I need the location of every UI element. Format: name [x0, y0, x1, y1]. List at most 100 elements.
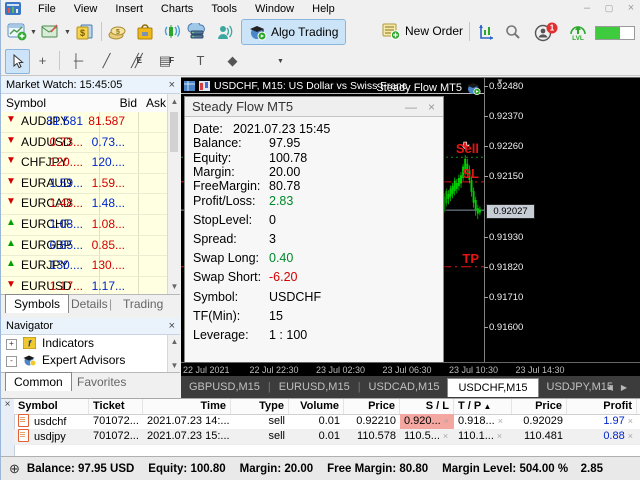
- trade-table-header: Symbol Ticket Time Type Volume Price S / LT / …: [14, 399, 640, 415]
- close-button[interactable]: ×: [625, 2, 637, 14]
- text-tool-button[interactable]: T: [189, 49, 212, 72]
- signals-button[interactable]: [159, 20, 182, 43]
- minimize-button[interactable]: –: [581, 2, 593, 14]
- trade-col-tp[interactable]: T / P ▲: [454, 399, 512, 414]
- remove-sl-icon[interactable]: ×: [444, 416, 449, 426]
- navigator-item-expert-advisors[interactable]: - Expert Advisors: [1, 352, 180, 369]
- fibonacci-tool-button[interactable]: ▤ F: [155, 49, 178, 72]
- ea-icon[interactable]: [466, 81, 481, 95]
- tab-common[interactable]: Common: [5, 372, 72, 391]
- navigator-close-icon[interactable]: ×: [169, 320, 175, 332]
- time-axis[interactable]: 22 Jul 2021 22 Jul 22:30 23 Jul 02:30 23 Ju…: [181, 362, 640, 377]
- profiles-dropdown[interactable]: ▼: [64, 29, 71, 36]
- menu-view[interactable]: View: [65, 2, 107, 16]
- search-button[interactable]: [501, 20, 524, 43]
- market-watch-close-icon[interactable]: ×: [169, 79, 175, 91]
- remove-tp-icon[interactable]: ×: [498, 416, 503, 426]
- tab-scroll-arrows[interactable]: ◀▶: [607, 383, 635, 392]
- menu-insert[interactable]: Insert: [106, 2, 152, 16]
- menu-tools[interactable]: Tools: [202, 2, 246, 16]
- menu-window[interactable]: Window: [246, 2, 303, 16]
- expand-icon[interactable]: ⊕: [9, 461, 20, 477]
- chart-window[interactable]: USDCHF, M15: US Dollar vs Swiss Franc ▼ …: [181, 77, 640, 364]
- chart-tab-eurusd-m15[interactable]: EURUSD,M15: [271, 378, 358, 396]
- notifications-button[interactable]: 1: [531, 20, 561, 43]
- cursor-tool-button[interactable]: [5, 49, 30, 74]
- trade-col-volume[interactable]: Volume: [289, 399, 344, 414]
- tab-symbols[interactable]: Symbols: [5, 294, 70, 313]
- trade-col-price[interactable]: Price: [512, 399, 567, 414]
- col-bid[interactable]: Bid: [99, 96, 137, 110]
- community-button[interactable]: [212, 20, 235, 43]
- level-button[interactable]: LVL: [566, 20, 589, 43]
- algo-trading-button[interactable]: Algo Trading: [241, 19, 347, 45]
- steady-flow-panel[interactable]: Steady Flow MT5 — × Date: 2021.07.23 15:4…: [184, 96, 444, 364]
- col-symbol[interactable]: Symbol: [6, 96, 46, 110]
- equidistant-channel-tool-button[interactable]: ╱╱ E: [125, 49, 148, 72]
- market-watch-caption: Market Watch: 15:45:05 ×: [1, 77, 180, 94]
- market-watch-row-audjpy[interactable]: ▼ AUDJPY 81.581 81.587: [1, 112, 167, 133]
- market-watch-row-eurgbp[interactable]: ▲ EURGBP 0.85... 0.85...: [1, 235, 167, 257]
- market-watch-row-euraud[interactable]: ▼ EURAUD 1.59... 1.59...: [1, 173, 167, 195]
- chart-tab-usdcad-m15[interactable]: USDCAD,M15: [361, 378, 448, 396]
- horizontal-line-tool-button[interactable]: ─: [67, 49, 90, 72]
- trendline-tool-button[interactable]: ╱: [95, 49, 118, 72]
- arrows-tool-button[interactable]: ◆: [221, 49, 244, 72]
- new-chart-button[interactable]: [5, 20, 28, 43]
- down-arrow-icon: ▼: [6, 278, 16, 290]
- panel-minimize-icon[interactable]: —: [405, 100, 417, 114]
- tab-details[interactable]: Details: [63, 295, 116, 313]
- trade-col-sl[interactable]: S / L: [400, 399, 454, 414]
- toolbox-close-icon[interactable]: ×: [1, 399, 14, 410]
- steady-flow-panel-titlebar[interactable]: Steady Flow MT5 — ×: [185, 97, 443, 117]
- col-ask[interactable]: Ask: [138, 96, 166, 110]
- navigator-item-indicators[interactable]: + f Indicators: [1, 335, 180, 352]
- market-watch-row-eurjpy[interactable]: ▲ EURJPY 130.... 130....: [1, 256, 167, 277]
- trade-col-price[interactable]: Price: [344, 399, 400, 414]
- market-watch-row-chfjpy[interactable]: ▼ CHFJPY 120.... 120....: [1, 153, 167, 174]
- market-watch-row-audusd[interactable]: ▼ AUDUSD 0.73... 0.73...: [1, 132, 167, 154]
- trade-col-ticket[interactable]: Ticket: [89, 399, 143, 414]
- trade-col-time[interactable]: Time: [143, 399, 231, 414]
- menu-help[interactable]: Help: [303, 2, 344, 16]
- panel-row-value: USDCHF: [269, 289, 322, 304]
- market-watch-row-eurchf[interactable]: ▲ EURCHF 1.08... 1.08...: [1, 214, 167, 236]
- chart-tab-gbpusd-m15[interactable]: GBPUSD,M15: [181, 378, 268, 396]
- market-watch-scrollbar[interactable]: ▲ ▼: [167, 94, 181, 294]
- menu-charts[interactable]: Charts: [152, 2, 202, 16]
- trade-col-type[interactable]: Type: [231, 399, 289, 414]
- market-watch-row-eurcad[interactable]: ▼ EURCAD 1.48... 1.48...: [1, 194, 167, 215]
- panel-close-icon[interactable]: ×: [428, 100, 435, 114]
- tree-expander-icon[interactable]: +: [6, 339, 17, 350]
- trade-row-usdchf[interactable]: usdchf 701072... 2021.07.23 14:... sell 0.01…: [14, 414, 640, 430]
- profiles-button[interactable]: [39, 20, 62, 43]
- remove-tp-icon[interactable]: ×: [497, 431, 502, 441]
- trade-col-symbol[interactable]: Symbol: [14, 399, 89, 414]
- history-center-button[interactable]: 5: [106, 20, 129, 43]
- arrows-dropdown[interactable]: ▼: [277, 58, 284, 65]
- restore-button[interactable]: ▢: [603, 3, 615, 14]
- position-doc-icon: [18, 429, 29, 442]
- remove-sl-icon[interactable]: ×: [443, 431, 448, 441]
- tab-trading[interactable]: Trading: [115, 295, 171, 313]
- panel-row-value: 2021.07.23 15:45: [233, 122, 331, 136]
- navigator-scrollbar[interactable]: ▲ ▼: [167, 335, 181, 372]
- scale-button[interactable]: [474, 20, 497, 43]
- new-chart-dropdown[interactable]: ▼: [30, 29, 37, 36]
- chart-tab-usdjpy-m15[interactable]: USDJPY,M15: [539, 378, 613, 396]
- close-position-icon[interactable]: ×: [628, 431, 633, 441]
- market-watch-row-eurusd[interactable]: ▼ EURUSD 1.17... 1.17...: [1, 276, 167, 294]
- close-position-icon[interactable]: ×: [628, 416, 633, 426]
- tree-expander-icon[interactable]: -: [6, 356, 17, 367]
- new-order-button[interactable]: New Order: [375, 19, 471, 43]
- trade-col-profit[interactable]: Profit: [567, 399, 637, 414]
- price-tick: [484, 176, 488, 178]
- vps-button[interactable]: [185, 20, 208, 43]
- accounts-button[interactable]: $: [73, 20, 96, 43]
- menu-file[interactable]: File: [29, 2, 65, 16]
- crosshair-tool-button[interactable]: +: [31, 49, 54, 72]
- market-button[interactable]: [133, 20, 156, 43]
- chart-tab-usdchf-m15[interactable]: USDCHF,M15: [447, 377, 539, 397]
- trade-row-usdjpy[interactable]: usdjpy 701072... 2021.07.23 15:... sell 0.01…: [14, 429, 640, 445]
- tab-favorites[interactable]: Favorites: [69, 373, 134, 391]
